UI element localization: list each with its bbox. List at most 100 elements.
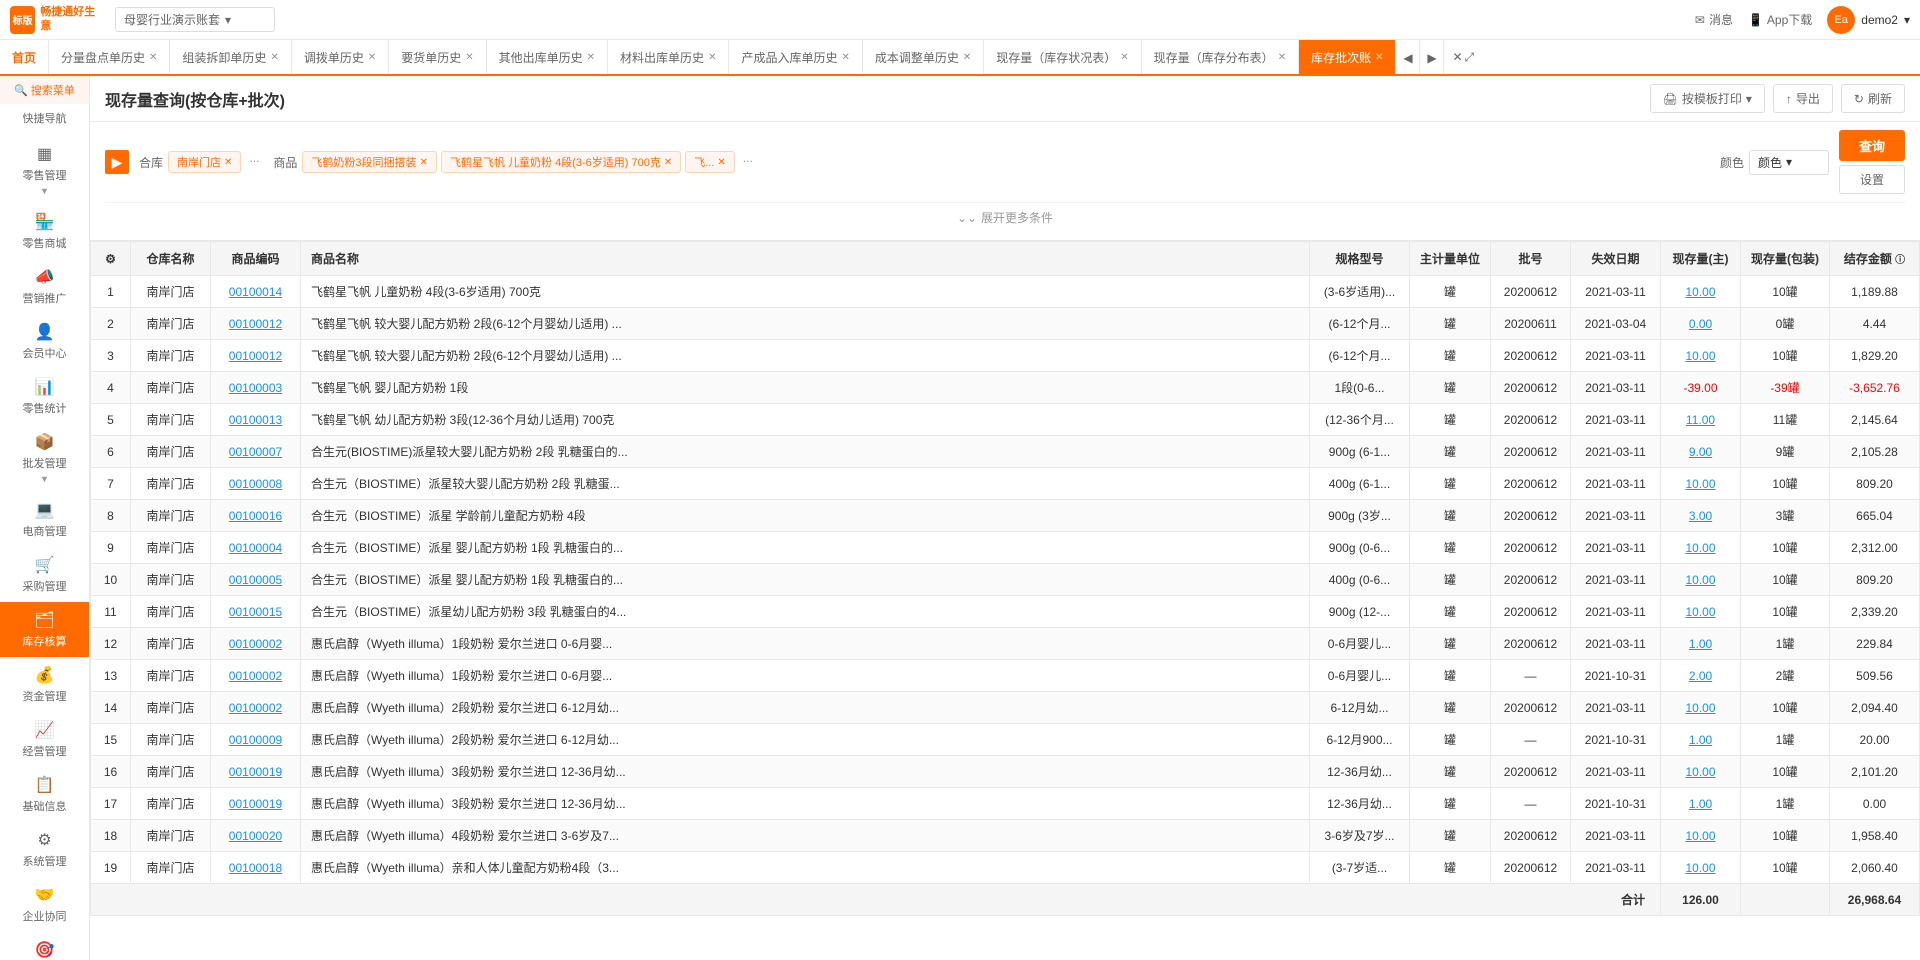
row-qty[interactable]: 1.00 <box>1661 724 1741 756</box>
row-sku[interactable]: 00100019 <box>211 756 301 788</box>
row-sku[interactable]: 00100013 <box>211 404 301 436</box>
col-settings[interactable]: ⚙ <box>91 242 131 276</box>
product-tag-2[interactable]: 飞鹤星飞帆 儿童奶粉 4段(3-6岁适用) 700克 ✕ <box>441 151 681 173</box>
industry-selector[interactable]: 母婴行业演示账套 ▾ <box>115 7 275 32</box>
close-icon[interactable]: ✕ <box>708 52 716 63</box>
filter-expand-button[interactable]: ▶ <box>105 150 129 174</box>
row-qty[interactable]: 10.00 <box>1661 852 1741 884</box>
close-icon[interactable]: ✕ <box>1120 52 1128 63</box>
row-qty[interactable]: 2.00 <box>1661 660 1741 692</box>
row-sku[interactable]: 00100005 <box>211 564 301 596</box>
close-icon[interactable]: ✕ <box>664 157 672 168</box>
product-ellipsis[interactable]: ... <box>739 151 757 173</box>
close-icon[interactable]: ✕ <box>224 157 232 168</box>
row-qty[interactable]: 1.00 <box>1661 628 1741 660</box>
sidebar-item-finance[interactable]: 💰 资金管理 <box>0 657 89 712</box>
product-tag-1[interactable]: 飞鹤奶粉3段同捆搭装 ✕ <box>302 151 437 173</box>
expand-more-button[interactable]: ⌄⌄ 展开更多条件 <box>105 202 1905 232</box>
close-icon[interactable]: ✕ <box>368 52 376 63</box>
close-icon[interactable]: ✕ <box>841 52 849 63</box>
sidebar-item-retail-stats[interactable]: 📊 零售统计 <box>0 369 89 424</box>
row-sku[interactable]: 00100002 <box>211 692 301 724</box>
row-qty[interactable]: 10.00 <box>1661 340 1741 372</box>
tab-cost-adjust[interactable]: 成本调整单历史 ✕ <box>863 40 984 74</box>
row-sku[interactable]: 00100016 <box>211 500 301 532</box>
close-icon[interactable]: ✕ <box>963 52 971 63</box>
row-qty[interactable]: 10.00 <box>1661 468 1741 500</box>
tab-home[interactable]: 首页 <box>0 40 49 74</box>
tab-inventory-status[interactable]: 现存量（库存状况表） ✕ <box>984 40 1141 74</box>
row-qty[interactable]: 10.00 <box>1661 276 1741 308</box>
nav-next-arrow[interactable]: ▶ <box>1420 40 1444 76</box>
row-qty[interactable]: 0.00 <box>1661 308 1741 340</box>
tab-batch-voucher[interactable]: 库存批次账 ✕ <box>1299 40 1396 74</box>
refresh-button[interactable]: ↻ 刷新 <box>1841 84 1905 113</box>
sidebar-item-ops[interactable]: 📈 经营管理 <box>0 712 89 767</box>
row-sku[interactable]: 00100012 <box>211 308 301 340</box>
row-sku[interactable]: 00100002 <box>211 628 301 660</box>
row-sku[interactable]: 00100019 <box>211 788 301 820</box>
tab-require[interactable]: 要货单历史 ✕ <box>389 40 486 74</box>
row-sku[interactable]: 00100012 <box>211 340 301 372</box>
warehouse-ellipsis[interactable]: ... <box>245 151 263 173</box>
row-sku[interactable]: 00100003 <box>211 372 301 404</box>
tab-inventory-dist[interactable]: 现存量（库存分布表） ✕ <box>1142 40 1299 74</box>
tab-disassembly[interactable]: 组装拆卸单历史 ✕ <box>170 40 291 74</box>
row-sku[interactable]: 00100015 <box>211 596 301 628</box>
close-all-icon[interactable]: ✕ <box>1452 50 1462 64</box>
sidebar-item-retail-mgmt[interactable]: ▦ 零售管理 ▼ <box>0 136 89 204</box>
product-tag-3[interactable]: 飞... ✕ <box>685 151 735 173</box>
close-icon[interactable]: ✕ <box>420 157 428 168</box>
row-sku[interactable]: 00100008 <box>211 468 301 500</box>
row-qty[interactable]: -39.00 <box>1661 372 1741 404</box>
tab-mix[interactable]: 调拨单历史 ✕ <box>292 40 389 74</box>
quick-nav-button[interactable]: 快捷导航 <box>0 104 89 132</box>
sidebar-item-basic-info[interactable]: 📋 基础信息 <box>0 767 89 822</box>
app-download-button[interactable]: 📱 App下载 <box>1748 11 1812 28</box>
close-icon[interactable]: ✕ <box>149 52 157 63</box>
close-icon[interactable]: ✕ <box>465 52 473 63</box>
sidebar-item-member[interactable]: 👤 会员中心 <box>0 314 89 369</box>
print-button[interactable]: 🖨 按模板打印 ▾ <box>1650 84 1765 113</box>
row-sku[interactable]: 00100007 <box>211 436 301 468</box>
messages-button[interactable]: ✉ 消息 <box>1695 11 1733 28</box>
row-qty[interactable]: 9.00 <box>1661 436 1741 468</box>
row-qty[interactable]: 3.00 <box>1661 500 1741 532</box>
row-sku[interactable]: 00100004 <box>211 532 301 564</box>
tab-product-in[interactable]: 产成品入库单历史 ✕ <box>729 40 862 74</box>
sidebar-item-system[interactable]: ⚙ 系统管理 <box>0 822 89 877</box>
sidebar-item-marketing[interactable]: 📣 营销推广 <box>0 259 89 314</box>
settings-icon[interactable]: ⚙ <box>105 252 116 266</box>
close-icon[interactable]: ✕ <box>717 157 725 168</box>
row-sku[interactable]: 00100020 <box>211 820 301 852</box>
row-qty[interactable]: 11.00 <box>1661 404 1741 436</box>
color-dropdown[interactable]: 颜色 ▾ <box>1749 150 1829 175</box>
row-sku[interactable]: 00100009 <box>211 724 301 756</box>
user-area[interactable]: Ea demo2 ▾ <box>1827 6 1910 34</box>
sidebar-item-guide[interactable]: 🎯 新手引导 <box>0 932 89 960</box>
tab-split-inventory[interactable]: 分量盘点单历史 ✕ <box>49 40 170 74</box>
row-qty[interactable]: 10.00 <box>1661 756 1741 788</box>
close-icon[interactable]: ✕ <box>1375 52 1383 63</box>
row-sku[interactable]: 00100002 <box>211 660 301 692</box>
row-qty[interactable]: 10.00 <box>1661 596 1741 628</box>
close-icon[interactable]: ✕ <box>270 52 278 63</box>
maximize-icon[interactable]: ⤢ <box>1465 50 1475 65</box>
warehouse-tag[interactable]: 南岸门店 ✕ <box>168 151 241 173</box>
tab-material-out[interactable]: 材料出库单历史 ✕ <box>608 40 729 74</box>
query-button[interactable]: 查询 <box>1839 130 1905 161</box>
search-menu-button[interactable]: 🔍 搜索菜单 <box>0 76 89 104</box>
row-sku[interactable]: 00100018 <box>211 852 301 884</box>
row-sku[interactable]: 00100014 <box>211 276 301 308</box>
row-qty[interactable]: 10.00 <box>1661 692 1741 724</box>
row-qty[interactable]: 10.00 <box>1661 564 1741 596</box>
close-icon[interactable]: ✕ <box>587 52 595 63</box>
tab-other-out[interactable]: 其他出库单历史 ✕ <box>487 40 608 74</box>
sidebar-item-wholesale[interactable]: 📦 批发管理 ▼ <box>0 424 89 492</box>
row-qty[interactable]: 10.00 <box>1661 820 1741 852</box>
sidebar-item-retail-store[interactable]: 🏪 零售商城 <box>0 204 89 259</box>
row-qty[interactable]: 10.00 <box>1661 532 1741 564</box>
sidebar-item-purchase[interactable]: 🛒 采购管理 <box>0 547 89 602</box>
sidebar-item-ecommerce[interactable]: 💻 电商管理 <box>0 492 89 547</box>
nav-prev-arrow[interactable]: ◀ <box>1396 40 1420 76</box>
